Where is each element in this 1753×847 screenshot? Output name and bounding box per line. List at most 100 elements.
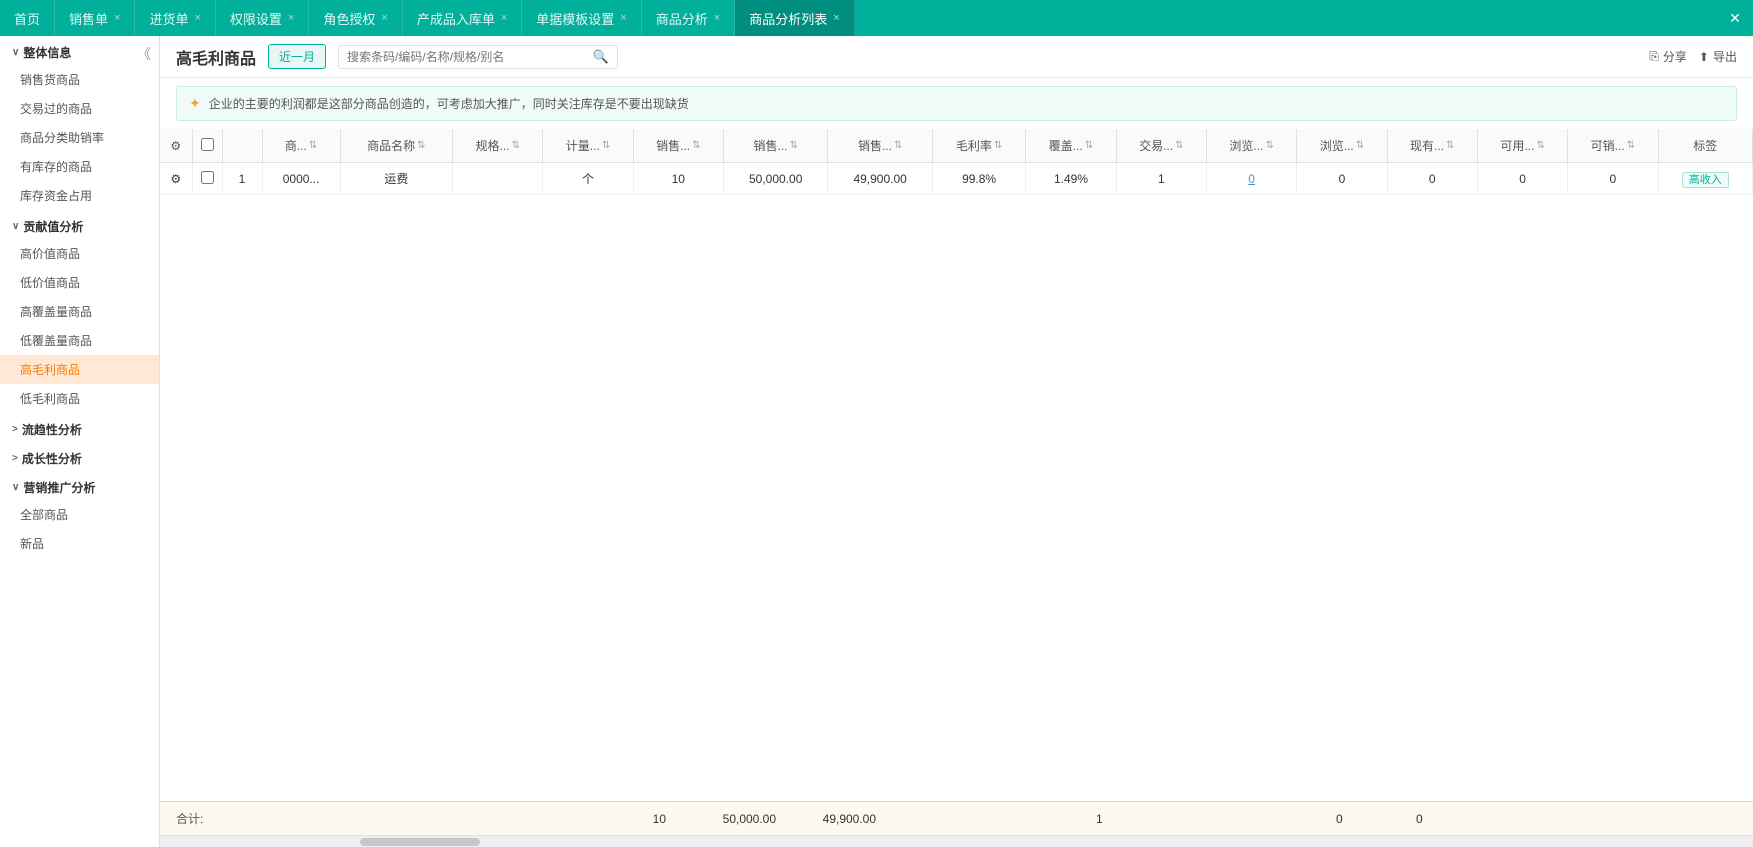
info-icon: ✦ [189, 95, 201, 112]
sidebar-item-low-value[interactable]: 低价值商品 [0, 268, 159, 297]
sort-icon-product_name[interactable]: ⇅ [417, 140, 425, 151]
tab-close-sales-order[interactable]: × [114, 12, 120, 24]
sort-icon-coverage[interactable]: ⇅ [1085, 140, 1093, 151]
sort-icon-sales_cost[interactable]: ⇅ [894, 140, 902, 151]
col-header-available_stock[interactable]: 可用...⇅ [1477, 129, 1567, 163]
sidebar-item-traded-products[interactable]: 交易过的商品 [0, 94, 159, 123]
nav-tab-home[interactable]: 首页 [0, 0, 55, 36]
sort-icon-spec[interactable]: ⇅ [512, 140, 520, 151]
sidebar-group-financial: ∨贡献值分析高价值商品低价值商品高覆盖量商品低覆盖量商品高毛利商品低毛利商品 [0, 210, 159, 413]
nav-tab-purchase-order[interactable]: 进货单× [135, 0, 215, 36]
tab-close-purchase-order[interactable]: × [194, 12, 200, 24]
settings-icon[interactable]: ⚙ [170, 139, 181, 153]
select-all-checkbox[interactable] [201, 138, 214, 151]
scrollbar-thumb[interactable] [360, 838, 480, 846]
sort-icon-unit[interactable]: ⇅ [602, 140, 610, 151]
sort-icon-current_stock[interactable]: ⇅ [1446, 140, 1454, 151]
sort-icon-browse1[interactable]: ⇅ [1265, 140, 1273, 151]
nav-tab-role-auth[interactable]: 角色授权× [309, 0, 402, 36]
sidebar-item-product-conversion[interactable]: 商品分类助销率 [0, 123, 159, 152]
table-cell: 10 [633, 163, 723, 195]
sidebar-item-high-value[interactable]: 高价值商品 [0, 239, 159, 268]
sidebar-item-high-margin[interactable]: 高毛利商品 [0, 355, 159, 384]
share-button[interactable]: ⎘ 分享 [1649, 48, 1687, 65]
export-button[interactable]: ⬆ 导出 [1699, 48, 1737, 65]
col-header-product_name[interactable]: 商品名称⇅ [340, 129, 452, 163]
sidebar-collapse-button[interactable]: 《 [137, 44, 151, 64]
nav-tab-sales-order[interactable]: 销售单× [55, 0, 135, 36]
tab-close-role-auth[interactable]: × [381, 12, 387, 24]
tab-close-product-analysis-list[interactable]: × [833, 12, 839, 24]
row-checkbox[interactable] [201, 171, 214, 184]
col-header-browse2[interactable]: 浏览...⇅ [1297, 129, 1387, 163]
app-close-button[interactable]: ✕ [1717, 0, 1753, 36]
footer-spacer4 [459, 812, 539, 826]
col-label-current_stock: 现有... [1410, 137, 1444, 154]
sidebar-item-inventory-capital[interactable]: 库存资金占用 [0, 181, 159, 210]
sidebar-item-high-sales-vol[interactable]: 高覆盖量商品 [0, 297, 159, 326]
period-button[interactable]: 近一月 [268, 44, 326, 69]
tab-close-order-template[interactable]: × [620, 12, 626, 24]
col-header-unit[interactable]: 计量...⇅ [543, 129, 633, 163]
sort-icon-browse2[interactable]: ⇅ [1356, 140, 1364, 151]
col-header-sales_amount[interactable]: 销售...⇅ [723, 129, 827, 163]
sidebar-item-in-stock[interactable]: 有库存的商品 [0, 152, 159, 181]
sidebar-group-title-financial[interactable]: ∨贡献值分析 [0, 210, 159, 239]
cell-value: 0 [1519, 172, 1526, 186]
col-label-tag: 标签 [1693, 137, 1717, 154]
sort-icon-sales_amount[interactable]: ⇅ [790, 140, 798, 151]
footer-sales-qty: 10 [619, 812, 699, 826]
col-header-sales_qty[interactable]: 销售...⇅ [633, 129, 723, 163]
tab-close-permission-settings[interactable]: × [288, 12, 294, 24]
nav-tab-order-template[interactable]: 单据模板设置× [522, 0, 641, 36]
col-header-saleable_stock[interactable]: 可销...⇅ [1568, 129, 1658, 163]
col-header-coverage[interactable]: 覆盖...⇅ [1026, 129, 1116, 163]
sidebar-group-label-overall: 整体信息 [23, 44, 71, 61]
horizontal-scrollbar[interactable] [160, 835, 1753, 847]
sidebar-group-title-marketing[interactable]: ∨营销推广分析 [0, 471, 159, 500]
footer-current-stock: 0 [1299, 812, 1379, 826]
sidebar-group-title-trend[interactable]: >流趋性分析 [0, 413, 159, 442]
footer-trade-count: 1 [1059, 812, 1139, 826]
col-header-spec[interactable]: 规格...⇅ [453, 129, 543, 163]
sidebar-group-arrow-financial: ∨ [12, 221, 19, 232]
sidebar-item-all-products[interactable]: 全部商品 [0, 500, 159, 529]
tab-close-product-inbound[interactable]: × [501, 12, 507, 24]
browse1-link[interactable]: 0 [1248, 172, 1255, 186]
sidebar-group-title-growth[interactable]: >成长性分析 [0, 442, 159, 471]
page-title: 高毛利商品 [176, 45, 256, 69]
info-banner-text: 企业的主要的利润都是这部分商品创造的，可考虑加大推广，同时关注库存是不要出现缺货 [209, 95, 689, 112]
col-header-trade_count[interactable]: 交易...⇅ [1116, 129, 1206, 163]
col-header-gross_margin[interactable]: 毛利率⇅ [932, 129, 1025, 163]
sidebar-item-low-sales-vol[interactable]: 低覆盖量商品 [0, 326, 159, 355]
sort-icon-sku_code[interactable]: ⇅ [309, 140, 317, 151]
nav-tab-permission-settings[interactable]: 权限设置× [216, 0, 309, 36]
sidebar-group-arrow-overall: ∨ [12, 47, 19, 58]
tab-close-product-analysis[interactable]: × [714, 12, 720, 24]
col-header-current_stock[interactable]: 现有...⇅ [1387, 129, 1477, 163]
footer-spacer6 [899, 812, 979, 826]
main-layout: 《 ∨ 整体信息销售货商品交易过的商品商品分类助销率有库存的商品库存资金占用∨贡献… [0, 36, 1753, 847]
nav-tab-product-analysis[interactable]: 商品分析× [642, 0, 735, 36]
sort-icon-sales_qty[interactable]: ⇅ [692, 140, 700, 151]
cell-value: 1 [1158, 172, 1165, 186]
footer-spacer10 [1459, 812, 1539, 826]
col-header-browse1[interactable]: 浏览...⇅ [1206, 129, 1296, 163]
search-input[interactable] [347, 50, 593, 64]
col-header-sku_code[interactable]: 商...⇅ [262, 129, 340, 163]
sidebar-item-low-margin[interactable]: 低毛利商品 [0, 384, 159, 413]
col-header-checkbox [192, 129, 222, 163]
sidebar-group-title-overall[interactable]: ∨ 整体信息 [0, 36, 159, 65]
sort-icon-trade_count[interactable]: ⇅ [1175, 140, 1183, 151]
sort-icon-saleable_stock[interactable]: ⇅ [1627, 140, 1635, 151]
sort-icon-available_stock[interactable]: ⇅ [1536, 140, 1544, 151]
sidebar-item-new-products[interactable]: 新品 [0, 529, 159, 558]
search-icon[interactable]: 🔍 [593, 49, 609, 65]
sidebar-item-sales-products[interactable]: 销售货商品 [0, 65, 159, 94]
nav-tab-product-analysis-list[interactable]: 商品分析列表× [735, 0, 854, 36]
cell-value: 0 [1429, 172, 1436, 186]
sort-icon-gross_margin[interactable]: ⇅ [994, 140, 1002, 151]
nav-tab-product-inbound[interactable]: 产成品入库单× [403, 0, 522, 36]
table-cell: 0 [1297, 163, 1387, 195]
col-header-sales_cost[interactable]: 销售...⇅ [828, 129, 932, 163]
